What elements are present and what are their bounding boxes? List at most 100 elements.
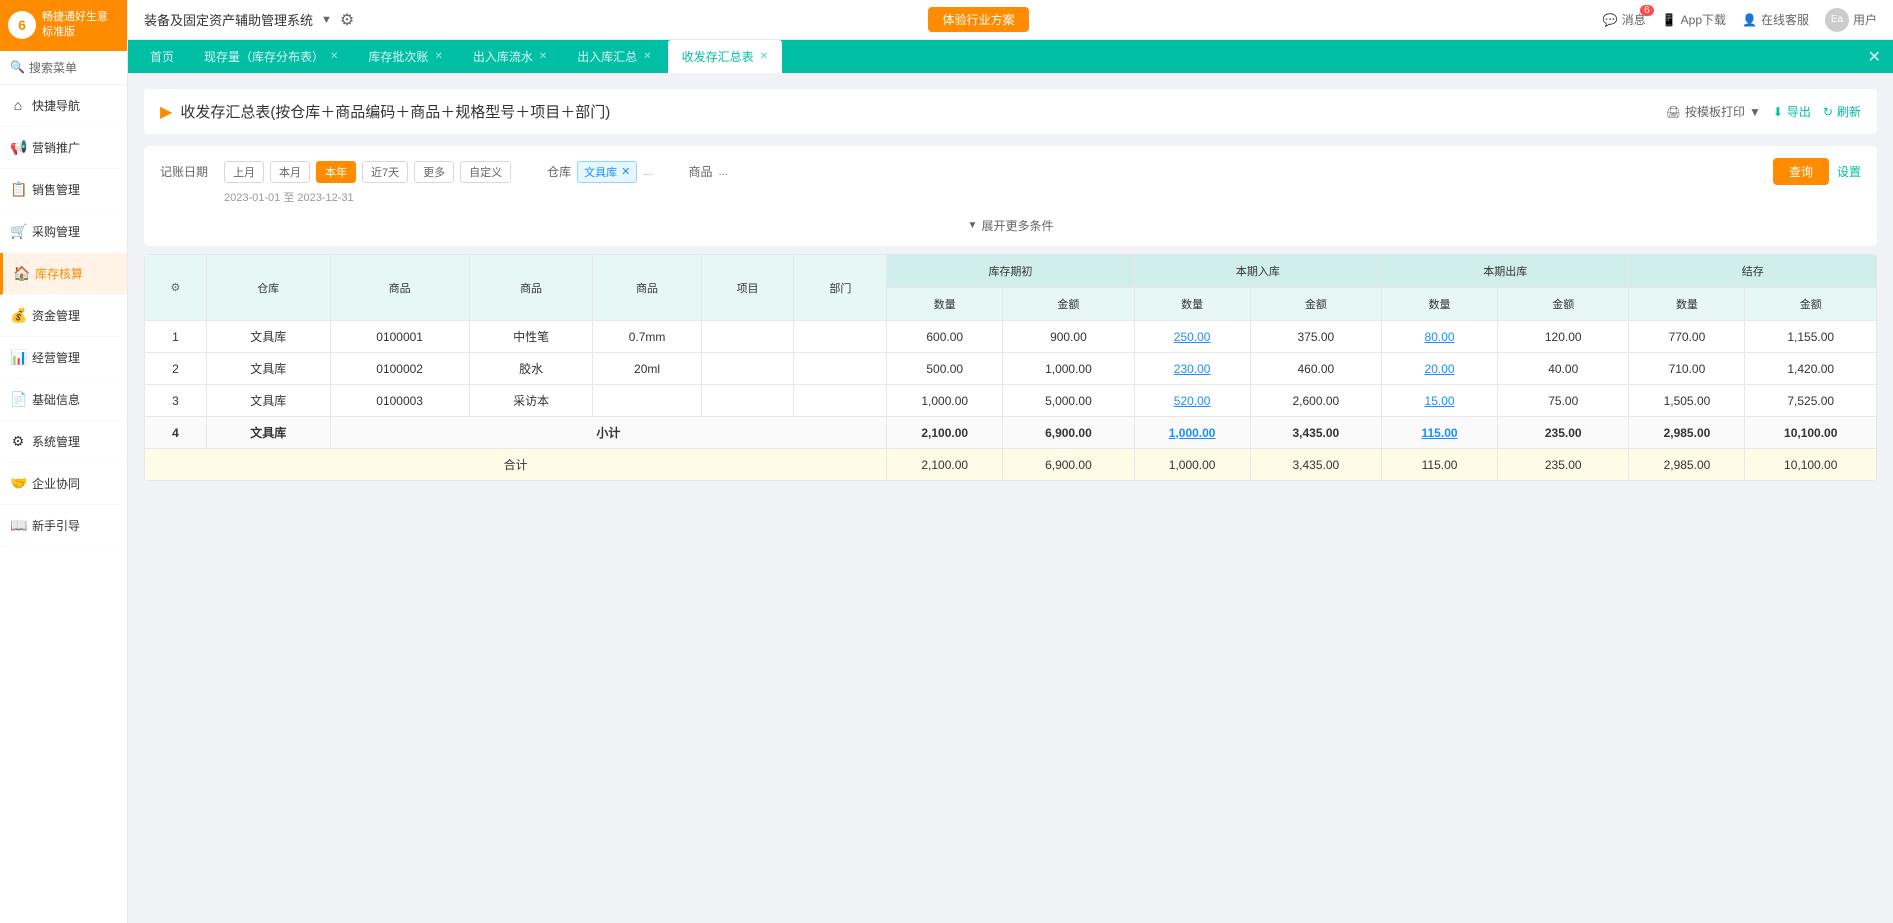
total-out-amt: 235.00 bbox=[1498, 449, 1629, 481]
row-out-qty[interactable]: 80.00 bbox=[1382, 321, 1498, 353]
topbar-settings-icon[interactable]: ⚙ bbox=[340, 10, 354, 30]
row-out-qty[interactable]: 20.00 bbox=[1382, 353, 1498, 385]
sidebar-item-operations[interactable]: 📊 经营管理 bbox=[0, 337, 127, 379]
row-in-qty[interactable]: 230.00 bbox=[1134, 353, 1250, 385]
row-in-qty[interactable]: 520.00 bbox=[1134, 385, 1250, 417]
enterprise-icon: 🤝 bbox=[10, 475, 26, 492]
logo-text: 畅捷通好生意 标准版 bbox=[42, 10, 108, 41]
col-header-closing-qty: 数量 bbox=[1629, 288, 1745, 321]
export-btn[interactable]: ⬇ 导出 bbox=[1773, 103, 1811, 120]
user-menu[interactable]: Ea 用户 bbox=[1825, 8, 1877, 32]
tab-in-out-summary-label: 出入库汇总 bbox=[577, 48, 637, 65]
page-title: 收发存汇总表(按仓库＋商品编码＋商品＋规格型号＋项目＋部门) bbox=[180, 101, 610, 122]
row-product-code: 0100001 bbox=[330, 321, 469, 353]
sidebar-item-purchase[interactable]: 🛒 采购管理 bbox=[0, 211, 127, 253]
sidebar-item-system[interactable]: ⚙ 系统管理 bbox=[0, 421, 127, 463]
date-btn-7days[interactable]: 近7天 bbox=[362, 161, 408, 183]
tab-stock-dist-label: 现存量（库存分布表） bbox=[204, 48, 324, 65]
chevron-down-icon: ▼ bbox=[968, 220, 978, 231]
product-more[interactable]: ... bbox=[719, 166, 728, 178]
sidebar-item-finance[interactable]: 💰 资金管理 bbox=[0, 295, 127, 337]
row-index: 2 bbox=[145, 353, 207, 385]
date-options: 上月 本月 本年 近7天 更多 自定义 bbox=[224, 161, 511, 183]
warehouse-tag: 文具库 ✕ bbox=[577, 161, 637, 183]
row-out-qty[interactable]: 15.00 bbox=[1382, 385, 1498, 417]
subtotal-label: 小计 bbox=[330, 417, 887, 449]
tab-in-out-summary-close[interactable]: ✕ bbox=[643, 51, 651, 62]
subtotal-opening-amt: 6,900.00 bbox=[1003, 417, 1134, 449]
system-dropdown[interactable]: ▼ bbox=[321, 14, 332, 26]
service-icon: 👤 bbox=[1742, 13, 1757, 27]
sidebar-item-inventory[interactable]: 🏠 库存核算 bbox=[0, 253, 127, 295]
table-total-row: 合计 2,100.00 6,900.00 1,000.00 3,435.00 1… bbox=[145, 449, 1877, 481]
app-download-btn[interactable]: 📱 App下载 bbox=[1662, 11, 1726, 28]
trial-btn[interactable]: 体验行业方案 bbox=[928, 7, 1028, 32]
subtotal-in-amt: 3,435.00 bbox=[1250, 417, 1381, 449]
data-table-container: ⚙ 仓库 商品 商品 商品 项目 部门 库存期初 本期入库 本期出库 结存 bbox=[144, 254, 1877, 481]
user-label: 用户 bbox=[1853, 11, 1877, 28]
date-btn-custom[interactable]: 自定义 bbox=[460, 161, 511, 183]
tab-receive-send[interactable]: 收发存汇总表 ✕ bbox=[668, 40, 782, 73]
row-closing-qty: 710.00 bbox=[1629, 353, 1745, 385]
date-btn-last-month[interactable]: 上月 bbox=[224, 161, 264, 183]
subtotal-in-qty[interactable]: 1,000.00 bbox=[1134, 417, 1250, 449]
tab-batch-account-close[interactable]: ✕ bbox=[434, 51, 442, 62]
sidebar-item-enterprise[interactable]: 🤝 企业协同 bbox=[0, 463, 127, 505]
guide-icon: 📖 bbox=[10, 517, 26, 534]
row-project bbox=[701, 385, 794, 417]
warehouse-more[interactable]: ... bbox=[643, 166, 652, 178]
col-header-warehouse: 仓库 bbox=[206, 255, 330, 321]
subtotal-out-amt: 235.00 bbox=[1498, 417, 1629, 449]
sidebar: 6 畅捷通好生意 标准版 🔍 搜索菜单 ⌂ 快捷导航 📢 营销推广 📋 销售管理… bbox=[0, 0, 128, 923]
app-download-label: App下载 bbox=[1681, 11, 1726, 28]
refresh-btn[interactable]: ↻ 刷新 bbox=[1823, 103, 1861, 120]
col-header-opening-qty: 数量 bbox=[887, 288, 1003, 321]
tab-in-out-flow-label: 出入库流水 bbox=[473, 48, 533, 65]
print-icon: 🖨 bbox=[1666, 105, 1681, 119]
date-btn-this-month[interactable]: 本月 bbox=[270, 161, 310, 183]
filter-row: 记账日期 上月 本月 本年 近7天 更多 自定义 仓库 文具库 ✕ ... bbox=[160, 158, 1861, 185]
row-in-qty[interactable]: 250.00 bbox=[1134, 321, 1250, 353]
date-btn-more[interactable]: 更多 bbox=[414, 161, 454, 183]
filter-action-area: 查询 设置 bbox=[1773, 158, 1861, 185]
filter-bar: 记账日期 上月 本月 本年 近7天 更多 自定义 仓库 文具库 ✕ ... bbox=[144, 146, 1877, 246]
tab-batch-account[interactable]: 库存批次账 ✕ bbox=[354, 40, 456, 73]
online-service-btn[interactable]: 👤 在线客服 bbox=[1742, 11, 1809, 28]
tab-in-out-summary[interactable]: 出入库汇总 ✕ bbox=[563, 40, 665, 73]
date-btn-this-year[interactable]: 本年 bbox=[316, 161, 356, 183]
tab-batch-account-label: 库存批次账 bbox=[368, 48, 428, 65]
sidebar-item-sales[interactable]: 📋 销售管理 bbox=[0, 169, 127, 211]
row-out-amt: 75.00 bbox=[1498, 385, 1629, 417]
sidebar-item-basic-info[interactable]: 📄 基础信息 bbox=[0, 379, 127, 421]
sidebar-item-marketing[interactable]: 📢 营销推广 bbox=[0, 127, 127, 169]
mobile-icon: 📱 bbox=[1662, 13, 1677, 27]
date-range-display: 2023-01-01 至 2023-12-31 bbox=[224, 189, 1861, 205]
table-settings-header: ⚙ bbox=[145, 255, 207, 321]
tab-stock-dist-close[interactable]: ✕ bbox=[330, 51, 338, 62]
sidebar-item-quick-nav[interactable]: ⌂ 快捷导航 bbox=[0, 85, 127, 127]
expand-filter-btn[interactable]: ▼ 展开更多条件 bbox=[968, 217, 1054, 234]
topbar: 装备及固定资产辅助管理系统 ▼ ⚙ 体验行业方案 💬 消息 6 📱 App下载 … bbox=[128, 0, 1893, 40]
table-settings-icon[interactable]: ⚙ bbox=[170, 282, 180, 294]
page-back-btn[interactable]: ▶ bbox=[160, 102, 172, 122]
col-header-product-name: 商品 bbox=[469, 255, 593, 321]
query-button[interactable]: 查询 bbox=[1773, 158, 1829, 185]
subtotal-closing-amt: 10,100.00 bbox=[1745, 417, 1877, 449]
tab-in-out-flow[interactable]: 出入库流水 ✕ bbox=[459, 40, 561, 73]
tab-receive-send-close[interactable]: ✕ bbox=[760, 51, 768, 62]
product-filter: 商品 ... bbox=[689, 163, 728, 180]
warehouse-tag-close[interactable]: ✕ bbox=[621, 165, 630, 178]
filter-settings-link[interactable]: 设置 bbox=[1837, 163, 1861, 180]
sidebar-item-guide[interactable]: 📖 新手引导 bbox=[0, 505, 127, 547]
search-icon: 🔍 bbox=[10, 60, 25, 74]
close-all-tabs[interactable]: ✕ bbox=[1864, 43, 1885, 71]
messages-btn[interactable]: 💬 消息 6 bbox=[1603, 11, 1646, 28]
tab-home[interactable]: 首页 bbox=[136, 40, 188, 73]
message-badge: 6 bbox=[1640, 5, 1654, 16]
total-opening-qty: 2,100.00 bbox=[887, 449, 1003, 481]
tab-stock-dist[interactable]: 现存量（库存分布表） ✕ bbox=[190, 40, 352, 73]
print-btn[interactable]: 🖨 按模板打印 ▼ bbox=[1666, 103, 1761, 120]
sidebar-search[interactable]: 🔍 搜索菜单 bbox=[0, 51, 127, 85]
tab-in-out-flow-close[interactable]: ✕ bbox=[539, 51, 547, 62]
subtotal-out-qty[interactable]: 115.00 bbox=[1382, 417, 1498, 449]
